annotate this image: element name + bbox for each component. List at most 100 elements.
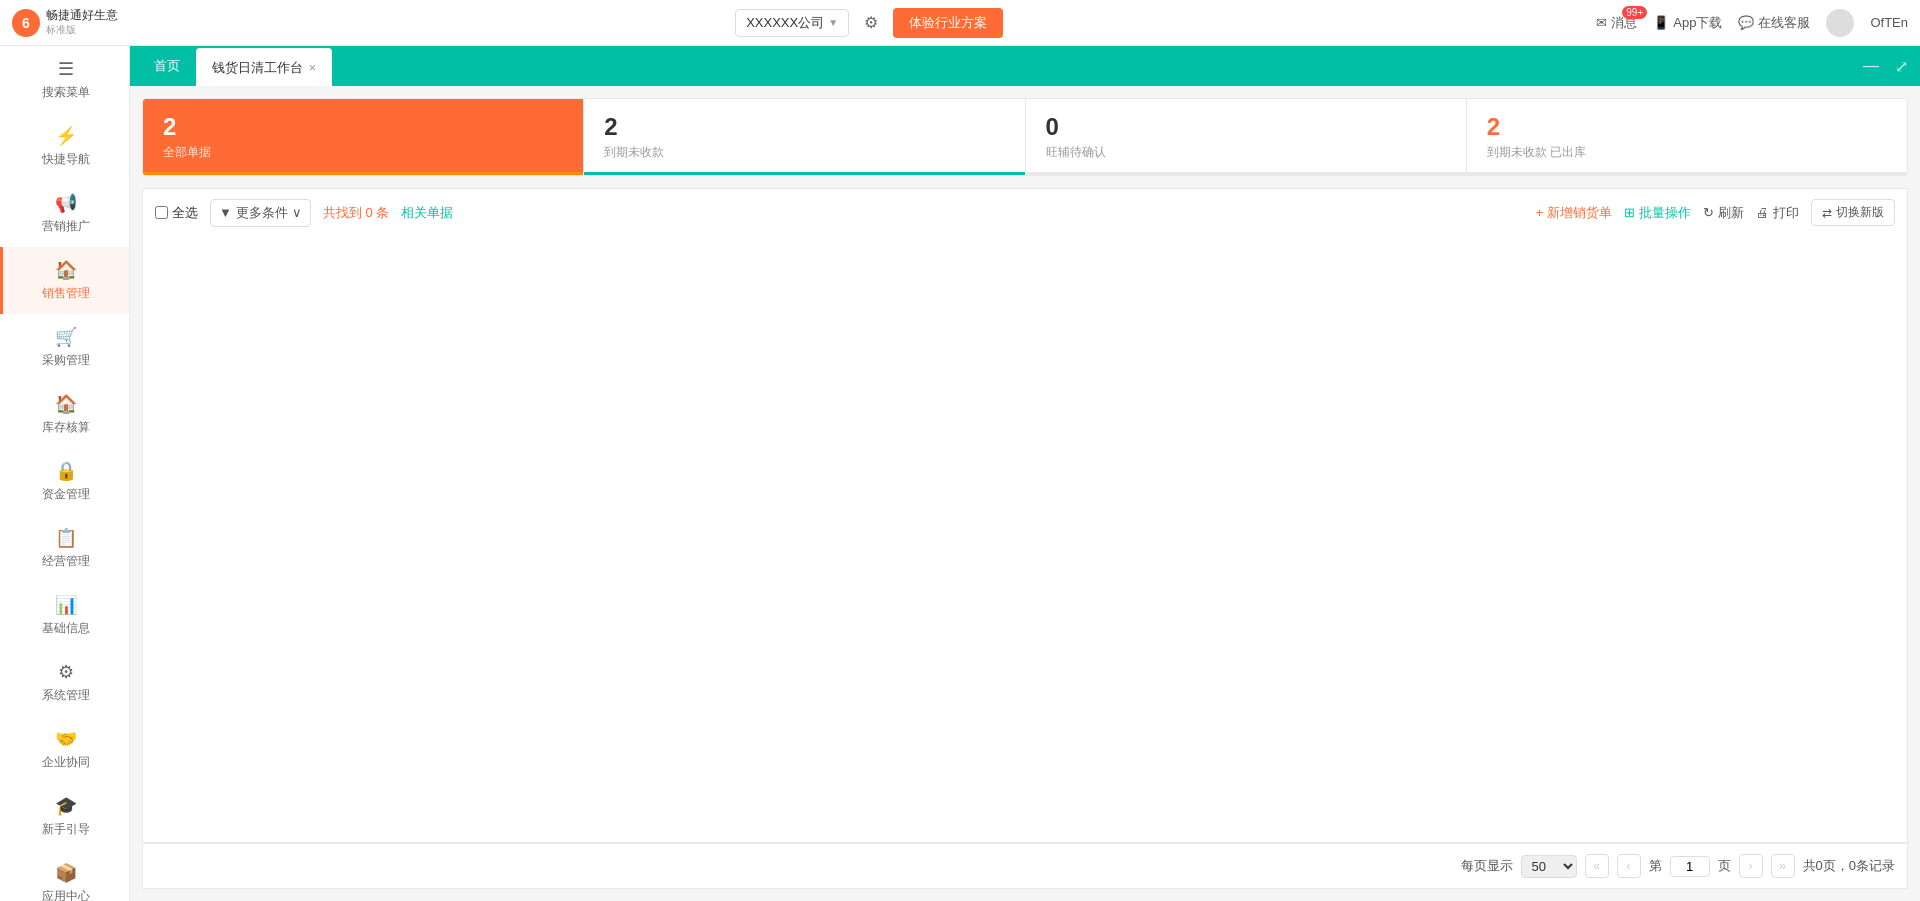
user-avatar[interactable] xyxy=(1826,9,1854,37)
sidebar-label-inventory: 库存核算 xyxy=(42,419,90,436)
switch-label: 切换新版 xyxy=(1836,204,1884,221)
current-page-input[interactable] xyxy=(1670,856,1710,877)
pagination-bar: 每页显示 50 100 200 « ‹ 第 页 › » 共0页，0条记录 xyxy=(142,843,1908,889)
print-icon: 🖨 xyxy=(1756,205,1769,220)
service-icon: 💬 xyxy=(1738,15,1754,30)
message-badge: 99+ xyxy=(1622,6,1647,19)
stat-card-wangfu[interactable]: 0 旺辅待确认 xyxy=(1026,99,1467,175)
message-icon: ✉ xyxy=(1596,15,1607,30)
filter-icon: ▼ xyxy=(219,205,232,220)
search-menu-icon: ☰ xyxy=(58,58,74,80)
sidebar-label-search-menu: 搜索菜单 xyxy=(42,84,90,101)
inventory-icon: 🏠 xyxy=(55,393,77,415)
per-page-select[interactable]: 50 100 200 xyxy=(1521,855,1577,878)
first-page-button[interactable]: « xyxy=(1585,854,1609,878)
industry-button[interactable]: 体验行业方案 xyxy=(893,8,1003,38)
page-label: 第 xyxy=(1649,857,1662,875)
stat-card-overdue[interactable]: 2 到期未收款 xyxy=(584,99,1025,175)
finance-icon: 🔒 xyxy=(55,460,77,482)
next-page-button[interactable]: › xyxy=(1739,854,1763,878)
sidebar-item-base-info[interactable]: 📊 基础信息 xyxy=(0,582,129,649)
refresh-button[interactable]: ↻ 刷新 xyxy=(1703,204,1744,222)
related-link[interactable]: 相关单据 xyxy=(401,204,453,222)
sidebar-label-system: 系统管理 xyxy=(42,687,90,704)
sidebar-item-sales[interactable]: 🏠 销售管理 xyxy=(0,247,129,314)
stats-row: 2 全部单据 2 到期未收款 0 旺辅待确认 2 到期未收款 已出库 xyxy=(142,98,1908,176)
sidebar-label-finance: 资金管理 xyxy=(42,486,90,503)
sidebar-item-guide[interactable]: 🎓 新手引导 xyxy=(0,783,129,850)
sidebar-label-marketing: 营销推广 xyxy=(42,218,90,235)
settings-icon[interactable]: ⚙ xyxy=(857,9,885,37)
logo-title: 畅捷通好生意 xyxy=(46,8,118,24)
last-page-button[interactable]: » xyxy=(1771,854,1795,878)
prev-page-button[interactable]: ‹ xyxy=(1617,854,1641,878)
download-icon: 📱 xyxy=(1653,15,1669,30)
sidebar-item-system[interactable]: ⚙ 系统管理 xyxy=(0,649,129,716)
sidebar-label-purchase: 采购管理 xyxy=(42,352,90,369)
stat-number-overdue: 2 xyxy=(604,113,1004,142)
batch-operation-button[interactable]: ⊞ 批量操作 xyxy=(1624,204,1691,222)
header-middle: XXXXXX公司 ▼ ⚙ 体验行业方案 xyxy=(735,8,1003,38)
select-all-input[interactable] xyxy=(155,206,168,219)
stat-number-shipped: 2 xyxy=(1487,113,1887,142)
sidebar-item-quick-nav[interactable]: ⚡ 快捷导航 xyxy=(0,113,129,180)
quick-nav-icon: ⚡ xyxy=(55,125,77,147)
stat-label-wangfu: 旺辅待确认 xyxy=(1046,144,1446,161)
empty-state xyxy=(143,237,1907,637)
sidebar-item-marketing[interactable]: 📢 营销推广 xyxy=(0,180,129,247)
switch-icon: ⇄ xyxy=(1822,206,1832,220)
user-dropdown-arrow: OfTEn xyxy=(1870,15,1908,30)
stat-underline-overdue xyxy=(584,172,1024,175)
online-service-button[interactable]: 💬 在线客服 xyxy=(1738,14,1810,32)
found-count-text: 共找到 0 条 xyxy=(323,204,389,222)
stat-label-shipped: 到期未收款 已出库 xyxy=(1487,144,1887,161)
stat-label-overdue: 到期未收款 xyxy=(604,144,1004,161)
message-button[interactable]: ✉ 消息 99+ xyxy=(1596,14,1637,32)
sidebar-item-operations[interactable]: 📋 经营管理 xyxy=(0,515,129,582)
tab-workbench[interactable]: 钱货日清工作台 × xyxy=(196,48,332,88)
tab-maximize-btn[interactable]: ⤢ xyxy=(1891,53,1912,80)
sidebar-item-purchase[interactable]: 🛒 采购管理 xyxy=(0,314,129,381)
sidebar-label-base-info: 基础信息 xyxy=(42,620,90,637)
stat-number-all: 2 xyxy=(163,113,563,142)
print-label: 打印 xyxy=(1773,204,1799,222)
sidebar-label-enterprise: 企业协同 xyxy=(42,754,90,771)
new-sales-order-button[interactable]: + 新增销货单 xyxy=(1536,204,1612,222)
page-content: 2 全部单据 2 到期未收款 0 旺辅待确认 2 到期未收款 已出库 xyxy=(130,86,1920,901)
sidebar-item-search-menu[interactable]: ☰ 搜索菜单 xyxy=(0,46,129,113)
tab-home[interactable]: 首页 xyxy=(138,46,196,86)
tab-actions: — ⤢ xyxy=(1859,53,1912,80)
system-icon: ⚙ xyxy=(58,661,74,683)
stat-card-shipped[interactable]: 2 到期未收款 已出库 xyxy=(1467,99,1907,175)
sidebar-item-finance[interactable]: 🔒 资金管理 xyxy=(0,448,129,515)
total-records: 共0页，0条记录 xyxy=(1803,857,1895,875)
sidebar-item-app-center[interactable]: 📦 应用中心 xyxy=(0,850,129,901)
per-page-label: 每页显示 xyxy=(1461,857,1513,875)
select-all-checkbox[interactable]: 全选 xyxy=(155,204,198,222)
stat-underline-shipped xyxy=(1467,172,1907,175)
tab-minimize-btn[interactable]: — xyxy=(1859,53,1883,79)
sidebar-label-quick-nav: 快捷导航 xyxy=(42,151,90,168)
sidebar-label-app-center: 应用中心 xyxy=(42,888,90,901)
header-right: ✉ 消息 99+ 📱 App下载 💬 在线客服 OfTEn xyxy=(1596,9,1908,37)
sidebar-label-sales: 销售管理 xyxy=(42,285,90,302)
logo-subtitle: 标准版 xyxy=(46,23,118,37)
print-button[interactable]: 🖨 打印 xyxy=(1756,204,1799,222)
company-selector[interactable]: XXXXXX公司 ▼ xyxy=(735,9,849,37)
found-count-number: 0 xyxy=(366,205,373,220)
purchase-icon: 🛒 xyxy=(55,326,77,348)
app-download-button[interactable]: 📱 App下载 xyxy=(1653,14,1722,32)
toolbar-right: + 新增销货单 ⊞ 批量操作 ↻ 刷新 🖨 打印 ⇄ xyxy=(1536,199,1895,226)
sidebar-item-enterprise[interactable]: 🤝 企业协同 xyxy=(0,716,129,783)
online-service-label: 在线客服 xyxy=(1758,14,1810,32)
stat-card-all[interactable]: 2 全部单据 xyxy=(143,99,584,175)
tab-workbench-close[interactable]: × xyxy=(309,61,316,75)
sidebar-label-operations: 经营管理 xyxy=(42,553,90,570)
filter-label: 更多条件 xyxy=(236,204,288,222)
switch-version-button[interactable]: ⇄ 切换新版 xyxy=(1811,199,1895,226)
sidebar-item-inventory[interactable]: 🏠 库存核算 xyxy=(0,381,129,448)
user-name-area[interactable]: OfTEn xyxy=(1870,15,1908,30)
stat-underline-all xyxy=(143,172,583,175)
marketing-icon: 📢 xyxy=(55,192,77,214)
filter-button[interactable]: ▼ 更多条件 ∨ xyxy=(210,199,311,227)
